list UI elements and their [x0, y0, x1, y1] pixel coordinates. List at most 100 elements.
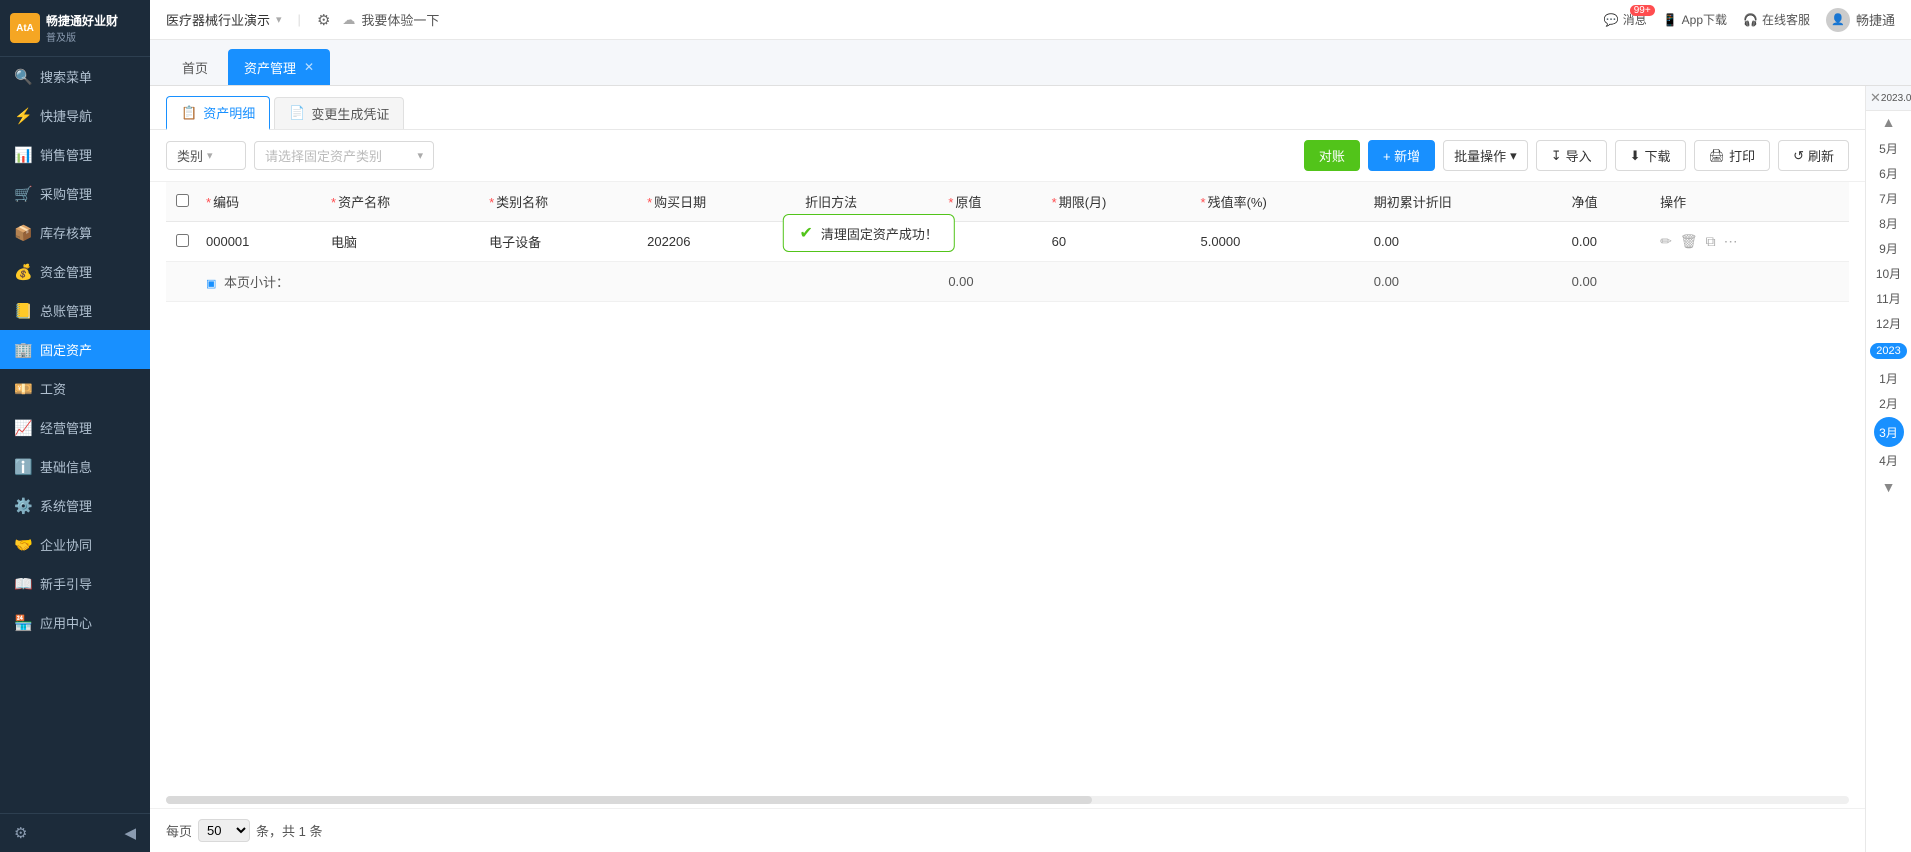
add-button[interactable]: + 新增 — [1368, 140, 1435, 171]
sidebar-item-salary[interactable]: 💴工资 — [0, 369, 150, 408]
cal-nav-up[interactable]: ▲ — [1866, 111, 1911, 133]
right-panel: ✕ 2023.03 ⤢ ▲ 5月6月7月8月9月10月11月12月 2023 1… — [1865, 86, 1911, 852]
tab-home[interactable]: 首页 — [166, 49, 224, 85]
subtab-voucher[interactable]: 📄 变更生成凭证 — [274, 97, 404, 129]
user-menu[interactable]: 👤 畅捷通 — [1826, 8, 1895, 32]
gear-icon[interactable]: ⚙ — [317, 11, 330, 29]
basic-icon: ℹ️ — [14, 458, 32, 476]
col-residual: *残值率(%) — [1193, 182, 1366, 222]
edit-icon[interactable]: ✏ — [1660, 233, 1672, 250]
voucher-icon: 📄 — [289, 105, 305, 121]
sidebar-item-guide[interactable]: 📖新手引导 — [0, 564, 150, 603]
row-checkbox-cell — [166, 222, 198, 262]
download-button[interactable]: ⬇ 下载 — [1615, 140, 1686, 171]
sidebar-item-ledger[interactable]: 📒总账管理 — [0, 291, 150, 330]
cal-month[interactable]: 11月 — [1871, 287, 1907, 310]
subtotal-original: 0.00 — [940, 262, 1043, 302]
cal-month[interactable]: 10月 — [1871, 262, 1907, 285]
cell-period: 60 — [1044, 222, 1193, 262]
tab-asset[interactable]: 资产管理 ✕ — [228, 49, 330, 85]
collapse-icon[interactable]: ◀ — [124, 824, 136, 842]
col-net: 净值 — [1564, 182, 1652, 222]
tab-close-icon[interactable]: ✕ — [304, 60, 314, 74]
cal-year-badge: 2023 — [1870, 343, 1906, 359]
settings-icon[interactable]: ⚙ — [14, 824, 27, 842]
message-icon: 💬 — [1604, 13, 1619, 27]
subtotal-accum: 0.00 — [1366, 262, 1564, 302]
sidebar-nav: 🔍搜索菜单⚡快捷导航📊销售管理🛒采购管理📦库存核算💰资金管理📒总账管理🏢固定资产… — [0, 57, 150, 813]
content-main: 📋 资产明细 📄 变更生成凭证 类别 ▾ 请选择固定资产类别 ▾ — [150, 86, 1865, 852]
phone-icon: 📱 — [1663, 13, 1678, 27]
h-scrollbar-wrap — [150, 792, 1865, 808]
sidebar-item-collab[interactable]: 🤝企业协同 — [0, 525, 150, 564]
sidebar-item-search[interactable]: 🔍搜索菜单 — [0, 57, 150, 96]
reconcile-button[interactable]: 对账 — [1304, 140, 1360, 171]
user-name: 畅捷通 — [1856, 10, 1895, 29]
cal-month[interactable]: 7月 — [1871, 187, 1907, 210]
copy-icon[interactable]: ⧉ — [1706, 233, 1716, 250]
per-page-label: 每页 — [166, 821, 192, 840]
business-icon: 📈 — [14, 419, 32, 437]
cell-code: 000001 — [198, 222, 323, 262]
col-accum: 期初累计折旧 — [1366, 182, 1564, 222]
cell-action: ✏ 🗑 ⧉ ⋯ — [1652, 222, 1849, 262]
cal-month[interactable]: 5月 — [1871, 137, 1907, 160]
batch-button[interactable]: 批量操作 ▾ — [1443, 140, 1528, 171]
cal-month[interactable]: 8月 — [1871, 212, 1907, 235]
calendar-months-current: 1月2月3月4月 — [1866, 363, 1911, 476]
cal-month[interactable]: 9月 — [1871, 237, 1907, 260]
sidebar-logo-text: 畅捷通好业财 普及版 — [46, 12, 118, 44]
company-selector[interactable]: 医疗器械行业演示 ▾ — [166, 10, 282, 29]
h-scrollbar[interactable] — [166, 796, 1849, 804]
download-icon: ⬇ — [1630, 148, 1641, 164]
company-name: 医疗器械行业演示 — [166, 10, 270, 29]
messages-button[interactable]: 💬 消息 99+ — [1604, 11, 1647, 28]
more-icon[interactable]: ⋯ — [1724, 233, 1738, 250]
cal-month[interactable]: 1月 — [1871, 367, 1907, 390]
sidebar-item-fixed[interactable]: 🏢固定资产 — [0, 330, 150, 369]
subtab-detail[interactable]: 📋 资产明细 — [166, 96, 270, 130]
import-button[interactable]: ↧ 导入 — [1536, 140, 1607, 171]
success-toast: ✔ 清理固定资产成功！ — [783, 214, 955, 252]
sidebar-item-purchase[interactable]: 🛒采购管理 — [0, 174, 150, 213]
col-category: *类别名称 — [481, 182, 639, 222]
online-service-button[interactable]: 🎧 在线客服 — [1743, 11, 1810, 28]
h-scrollbar-thumb — [166, 796, 1092, 804]
calendar-months: 5月6月7月8月9月10月11月12月 — [1866, 133, 1911, 339]
category-select[interactable]: 请选择固定资产类别 ▾ — [254, 141, 434, 170]
cal-nav-down[interactable]: ▼ — [1866, 476, 1911, 498]
main-container: 医疗器械行业演示 ▾ | ⚙ ☁ 我要体验一下 💬 消息 99+ 📱 App下载… — [150, 0, 1911, 852]
cal-month[interactable]: 4月 — [1871, 449, 1907, 472]
headset-icon: 🎧 — [1743, 13, 1758, 27]
import-icon: ↧ — [1551, 148, 1562, 164]
sidebar-logo: AtA 畅捷通好业财 普及版 — [0, 0, 150, 57]
cal-month[interactable]: 2月 — [1871, 392, 1907, 415]
per-page-select[interactable]: 50 100 200 — [198, 819, 250, 842]
subtabs: 📋 资产明细 📄 变更生成凭证 — [150, 86, 1865, 130]
refresh-button[interactable]: ↺ 刷新 — [1778, 140, 1849, 171]
cal-month[interactable]: 6月 — [1871, 162, 1907, 185]
total-label: 条，共 1 条 — [256, 821, 322, 840]
print-button[interactable]: 🖨 打印 — [1694, 140, 1771, 171]
row-checkbox-0[interactable] — [176, 234, 189, 247]
select-all-checkbox[interactable] — [176, 194, 189, 207]
sidebar-item-quicknav[interactable]: ⚡快捷导航 — [0, 96, 150, 135]
sidebar-item-capital[interactable]: 💰资金管理 — [0, 252, 150, 291]
category-placeholder: 请选择固定资产类别 — [265, 146, 382, 165]
toast-check-icon: ✔ — [800, 223, 813, 243]
right-panel-header: ✕ 2023.03 ⤢ — [1866, 86, 1911, 111]
cal-month[interactable]: 3月 — [1874, 417, 1904, 447]
demo-label[interactable]: 我要体验一下 — [361, 10, 439, 29]
sidebar-item-sales[interactable]: 📊销售管理 — [0, 135, 150, 174]
right-panel-close-icon[interactable]: ✕ — [1870, 90, 1881, 106]
sidebar-item-appstore[interactable]: 🏪应用中心 — [0, 603, 150, 642]
sidebar-item-basic[interactable]: ℹ️基础信息 — [0, 447, 150, 486]
delete-icon[interactable]: 🗑 — [1680, 233, 1698, 250]
app-download-button[interactable]: 📱 App下载 — [1663, 11, 1727, 28]
cell-buydate: 202206 — [639, 222, 797, 262]
refresh-icon: ↺ — [1793, 148, 1804, 164]
sidebar-item-business[interactable]: 📈经营管理 — [0, 408, 150, 447]
sidebar-item-inventory[interactable]: 📦库存核算 — [0, 213, 150, 252]
cal-month[interactable]: 12月 — [1871, 312, 1907, 335]
sidebar-item-system[interactable]: ⚙️系统管理 — [0, 486, 150, 525]
